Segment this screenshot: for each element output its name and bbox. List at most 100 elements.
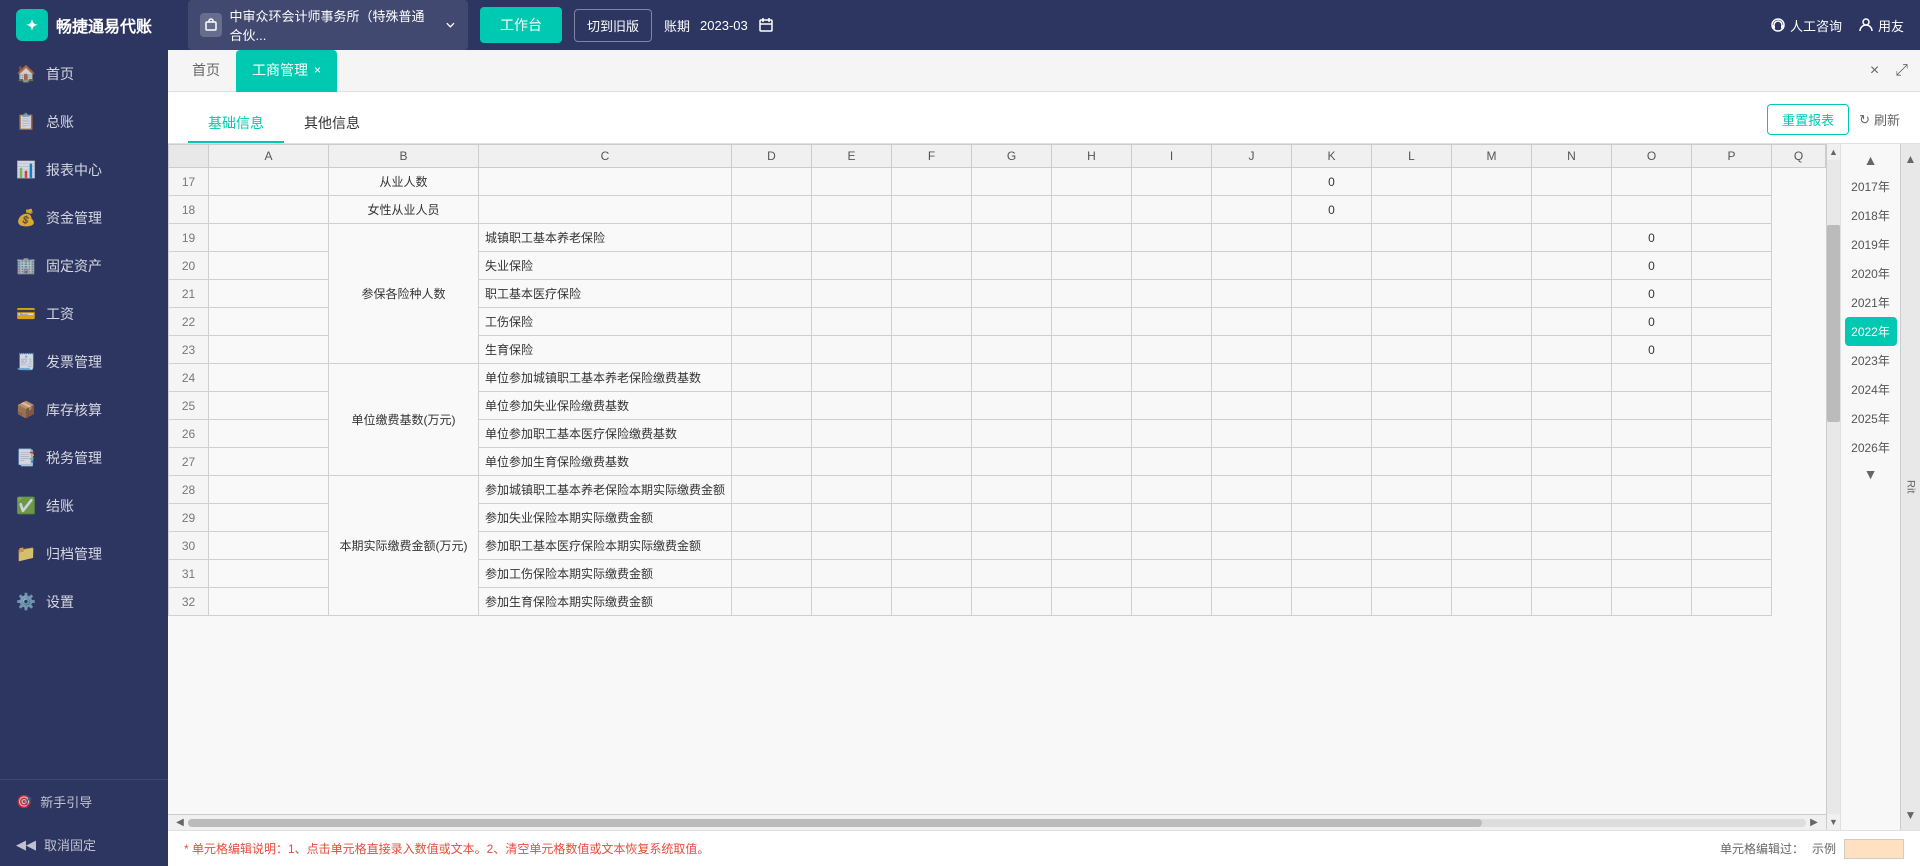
cell-c[interactable]: 城镇职工基本养老保险 — [479, 224, 732, 252]
cell-l[interactable] — [1372, 168, 1452, 196]
cell-n[interactable] — [1532, 504, 1612, 532]
cell-c[interactable]: 单位参加失业保险缴费基数 — [479, 392, 732, 420]
cell-e[interactable] — [812, 588, 892, 616]
cell-p[interactable] — [1692, 336, 1772, 364]
sidebar-unpin[interactable]: ◀◀ 取消固定 — [0, 823, 168, 866]
spreadsheet-container[interactable]: A B C D E F G H I J — [168, 144, 1826, 814]
cell-i[interactable] — [1132, 168, 1212, 196]
cell-m[interactable] — [1452, 588, 1532, 616]
cell-k[interactable] — [1292, 420, 1372, 448]
cell-k[interactable] — [1292, 364, 1372, 392]
sub-tab-other[interactable]: 其他信息 — [284, 105, 380, 143]
cell-g[interactable] — [972, 280, 1052, 308]
cell-h[interactable] — [1052, 448, 1132, 476]
cell-f[interactable] — [892, 588, 972, 616]
year-item[interactable]: 2025年 — [1845, 404, 1897, 433]
cell-d[interactable] — [732, 252, 812, 280]
cell-e[interactable] — [812, 392, 892, 420]
cell-k[interactable] — [1292, 532, 1372, 560]
cell-g[interactable] — [972, 196, 1052, 224]
cell-f[interactable] — [892, 196, 972, 224]
cell-a[interactable] — [209, 448, 329, 476]
cell-p[interactable] — [1692, 532, 1772, 560]
cell-p[interactable] — [1692, 420, 1772, 448]
cell-j[interactable] — [1212, 280, 1292, 308]
cell-d[interactable] — [732, 392, 812, 420]
sidebar-item-fund[interactable]: 💰 资金管理 — [0, 194, 168, 242]
cell-a[interactable] — [209, 196, 329, 224]
cell-k[interactable] — [1292, 280, 1372, 308]
cell-l[interactable] — [1372, 336, 1452, 364]
cell-m[interactable] — [1452, 504, 1532, 532]
cell-e[interactable] — [812, 196, 892, 224]
workbench-button[interactable]: 工作台 — [480, 7, 562, 43]
cell-g[interactable] — [972, 504, 1052, 532]
year-item[interactable]: 2020年 — [1845, 259, 1897, 288]
cell-j[interactable] — [1212, 308, 1292, 336]
cell-k[interactable] — [1292, 336, 1372, 364]
cell-n[interactable] — [1532, 476, 1612, 504]
scroll-left-arrow[interactable]: ◀ — [172, 815, 188, 831]
cell-p[interactable] — [1692, 448, 1772, 476]
cell-h[interactable] — [1052, 224, 1132, 252]
cell-p[interactable] — [1692, 392, 1772, 420]
cell-p[interactable] — [1692, 252, 1772, 280]
cell-l[interactable] — [1372, 588, 1452, 616]
cell-b[interactable]: 参保各险种人数 — [329, 224, 479, 364]
cell-n[interactable] — [1532, 392, 1612, 420]
cell-p[interactable] — [1692, 308, 1772, 336]
cell-l[interactable] — [1372, 308, 1452, 336]
cell-k[interactable] — [1292, 252, 1372, 280]
cell-j[interactable] — [1212, 252, 1292, 280]
cell-h[interactable] — [1052, 168, 1132, 196]
cell-d[interactable] — [732, 476, 812, 504]
cell-m[interactable] — [1452, 420, 1532, 448]
cell-i[interactable] — [1132, 196, 1212, 224]
year-item[interactable]: 2019年 — [1845, 230, 1897, 259]
cell-g[interactable] — [972, 560, 1052, 588]
cell-j[interactable] — [1212, 336, 1292, 364]
sidebar-item-invoice[interactable]: 🧾 发票管理 — [0, 338, 168, 386]
cell-n[interactable] — [1532, 420, 1612, 448]
cell-k[interactable] — [1292, 504, 1372, 532]
reset-report-button[interactable]: 重置报表 — [1767, 104, 1849, 135]
cell-m[interactable] — [1452, 532, 1532, 560]
cell-o[interactable] — [1612, 532, 1692, 560]
sidebar-item-settings[interactable]: ⚙️ 设置 — [0, 578, 168, 626]
cell-g[interactable] — [972, 476, 1052, 504]
cell-d[interactable] — [732, 504, 812, 532]
cell-a[interactable] — [209, 252, 329, 280]
cell-o[interactable]: 0 — [1612, 224, 1692, 252]
cell-f[interactable] — [892, 280, 972, 308]
cell-e[interactable] — [812, 504, 892, 532]
cell-d[interactable] — [732, 168, 812, 196]
cell-i[interactable] — [1132, 420, 1212, 448]
cell-n[interactable] — [1532, 336, 1612, 364]
refresh-button[interactable]: ↻ 刷新 — [1859, 104, 1900, 135]
cell-e[interactable] — [812, 336, 892, 364]
cell-p[interactable] — [1692, 280, 1772, 308]
cell-e[interactable] — [812, 252, 892, 280]
cell-d[interactable] — [732, 448, 812, 476]
sidebar-item-inventory[interactable]: 📦 库存核算 — [0, 386, 168, 434]
year-item[interactable]: 2021年 — [1845, 288, 1897, 317]
year-item[interactable]: 2026年 — [1845, 433, 1897, 462]
cell-n[interactable] — [1532, 364, 1612, 392]
cell-i[interactable] — [1132, 560, 1212, 588]
cell-c[interactable]: 生育保险 — [479, 336, 732, 364]
cell-f[interactable] — [892, 364, 972, 392]
cell-k[interactable] — [1292, 560, 1372, 588]
cell-c[interactable]: 失业保险 — [479, 252, 732, 280]
cell-k[interactable] — [1292, 476, 1372, 504]
cell-k[interactable]: 0 — [1292, 196, 1372, 224]
cell-h[interactable] — [1052, 588, 1132, 616]
cell-d[interactable] — [732, 308, 812, 336]
tab-home[interactable]: 首页 — [176, 50, 236, 92]
cell-j[interactable] — [1212, 560, 1292, 588]
cell-f[interactable] — [892, 224, 972, 252]
cell-m[interactable] — [1452, 308, 1532, 336]
cell-n[interactable] — [1532, 532, 1612, 560]
cell-o[interactable]: 0 — [1612, 280, 1692, 308]
cell-m[interactable] — [1452, 392, 1532, 420]
cell-o[interactable] — [1612, 168, 1692, 196]
